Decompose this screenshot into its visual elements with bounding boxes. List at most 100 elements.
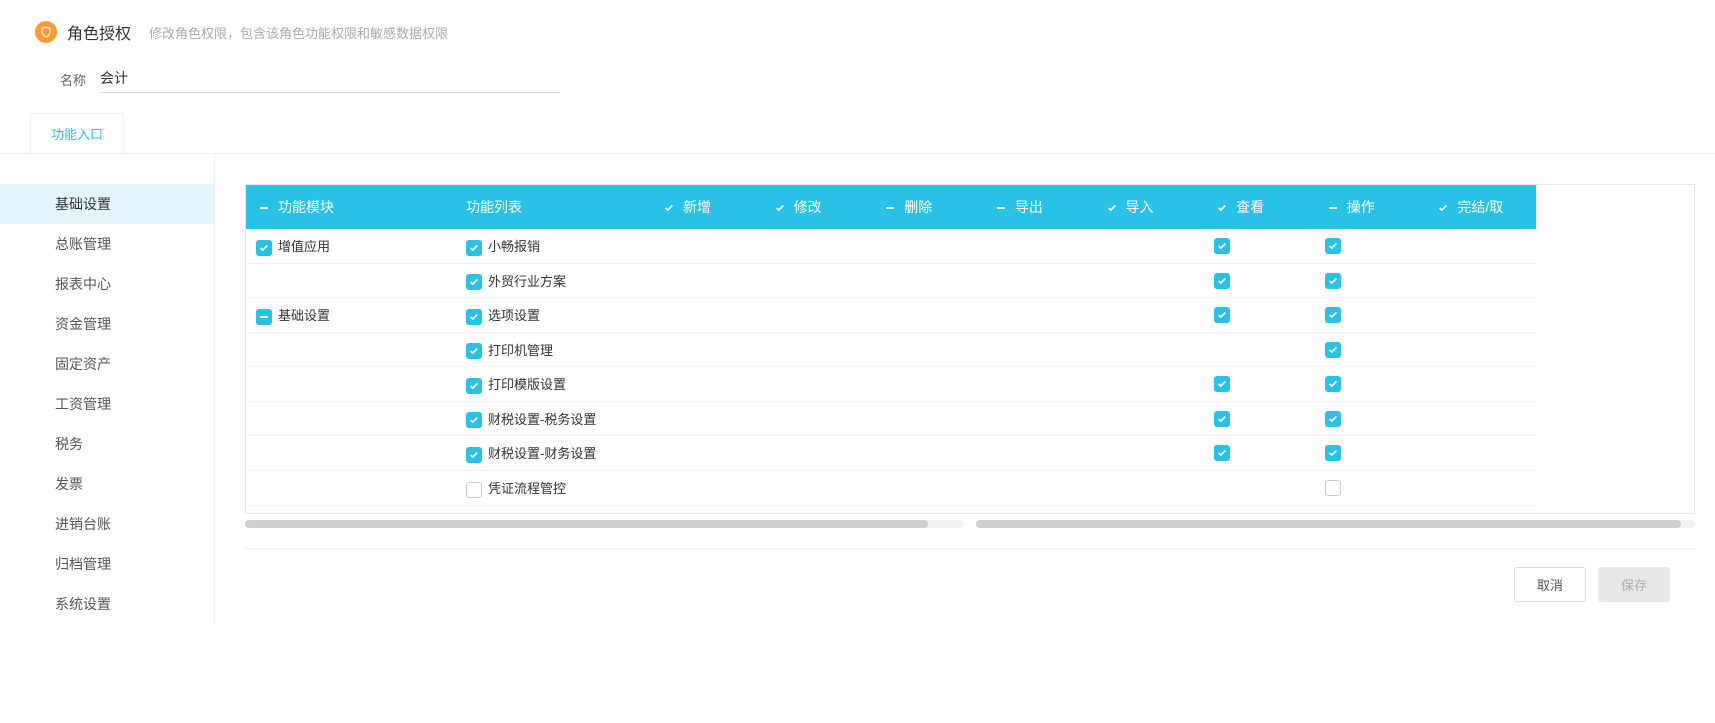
perm-cell	[762, 229, 873, 263]
perm-cell	[762, 505, 873, 514]
perm-cell	[651, 263, 762, 298]
perm-cell	[1425, 263, 1536, 298]
col-label-7: 查看	[1236, 199, 1264, 215]
func-checkbox-2[interactable]	[466, 309, 482, 325]
perm-checkbox-0-5[interactable]	[1214, 238, 1230, 254]
table-row: 凭证流程管控	[246, 470, 1536, 505]
func-label: 选项设置	[488, 308, 540, 323]
col-checkbox-3[interactable]	[772, 200, 788, 216]
col-checkbox-7[interactable]	[1214, 200, 1230, 216]
content: 基础设置总账管理报表中心资金管理固定资产工资管理税务发票进销台账归档管理系统设置…	[0, 154, 1715, 624]
perm-cell	[1315, 298, 1426, 333]
perm-checkbox-5-6[interactable]	[1325, 411, 1341, 427]
col-checkbox-8[interactable]	[1325, 200, 1341, 216]
col-checkbox-4[interactable]	[882, 200, 898, 216]
col-header-4[interactable]: 删除	[872, 185, 983, 229]
perm-cell	[1425, 401, 1536, 436]
col-checkbox-0[interactable]	[256, 200, 272, 216]
table-scroll[interactable]: 功能模块功能列表新增修改删除导出导入查看操作完结/取 增值应用小畅报销外贸行业方…	[245, 184, 1695, 514]
module-cell: 增值应用	[246, 229, 456, 263]
sidebar-item-8[interactable]: 进销台账	[0, 504, 214, 544]
hscroll-left-track[interactable]	[245, 520, 964, 528]
col-header-7[interactable]: 查看	[1204, 185, 1315, 229]
sidebar-item-0[interactable]: 基础设置	[0, 184, 214, 224]
perm-cell	[1315, 436, 1426, 471]
name-input[interactable]	[100, 66, 560, 93]
perm-checkbox-5-5[interactable]	[1214, 411, 1230, 427]
perm-cell	[1315, 229, 1426, 263]
perm-cell	[1425, 298, 1536, 333]
perm-checkbox-4-6[interactable]	[1325, 376, 1341, 392]
perm-cell	[1094, 332, 1205, 367]
func-cell: 外贸行业方案	[456, 263, 651, 298]
perm-cell	[651, 332, 762, 367]
perm-cell	[983, 263, 1094, 298]
perm-checkbox-4-5[interactable]	[1214, 376, 1230, 392]
func-checkbox-1[interactable]	[466, 274, 482, 290]
table-row: 外贸行业方案	[246, 263, 1536, 298]
perm-checkbox-1-5[interactable]	[1214, 273, 1230, 289]
col-checkbox-9[interactable]	[1435, 200, 1451, 216]
perm-checkbox-0-6[interactable]	[1325, 238, 1341, 254]
perm-cell	[651, 436, 762, 471]
perm-checkbox-2-6[interactable]	[1325, 307, 1341, 323]
col-header-5[interactable]: 导出	[983, 185, 1094, 229]
sidebar-item-10[interactable]: 系统设置	[0, 584, 214, 624]
perm-cell	[872, 332, 983, 367]
perm-checkbox-6-6[interactable]	[1325, 445, 1341, 461]
func-checkbox-4[interactable]	[466, 378, 482, 394]
col-label-3: 修改	[794, 199, 822, 215]
sidebar-item-1[interactable]: 总账管理	[0, 224, 214, 264]
module-label: 增值应用	[278, 239, 330, 254]
col-header-3[interactable]: 修改	[762, 185, 873, 229]
sidebar-item-6[interactable]: 税务	[0, 424, 214, 464]
hscroll-right-track[interactable]	[976, 520, 1695, 528]
func-checkbox-6[interactable]	[466, 447, 482, 463]
perm-checkbox-6-5[interactable]	[1214, 445, 1230, 461]
perm-checkbox-7-6[interactable]	[1325, 480, 1341, 496]
perm-checkbox-2-5[interactable]	[1214, 307, 1230, 323]
col-header-0[interactable]: 功能模块	[246, 185, 456, 229]
hscroll-right-thumb[interactable]	[976, 520, 1681, 528]
func-cell: 凭证类型设置	[456, 505, 651, 514]
sidebar-item-4[interactable]: 固定资产	[0, 344, 214, 384]
sidebar-item-2[interactable]: 报表中心	[0, 264, 214, 304]
col-checkbox-6[interactable]	[1104, 200, 1120, 216]
sidebar-item-3[interactable]: 资金管理	[0, 304, 214, 344]
tab-function-entry[interactable]: 功能入口	[30, 113, 124, 153]
sidebar-item-5[interactable]: 工资管理	[0, 384, 214, 424]
perm-cell	[1204, 367, 1315, 402]
module-cell	[246, 401, 456, 436]
func-cell: 打印模版设置	[456, 367, 651, 402]
perm-cell	[1204, 298, 1315, 333]
perm-cell	[762, 263, 873, 298]
perm-cell	[651, 298, 762, 333]
hscroll-left-thumb[interactable]	[245, 520, 928, 528]
perm-cell	[1204, 332, 1315, 367]
col-checkbox-5[interactable]	[993, 200, 1009, 216]
func-checkbox-0[interactable]	[466, 240, 482, 256]
table-row: 财税设置-财务设置	[246, 436, 1536, 471]
func-checkbox-3[interactable]	[466, 343, 482, 359]
func-checkbox-7[interactable]	[466, 482, 482, 498]
sidebar-item-7[interactable]: 发票	[0, 464, 214, 504]
perm-cell	[872, 263, 983, 298]
save-button[interactable]: 保存	[1598, 567, 1670, 602]
cancel-button[interactable]: 取消	[1514, 567, 1586, 602]
col-checkbox-2[interactable]	[661, 200, 677, 216]
perm-cell	[872, 401, 983, 436]
col-header-6[interactable]: 导入	[1094, 185, 1205, 229]
perm-cell	[1425, 470, 1536, 505]
perm-cell	[872, 436, 983, 471]
col-header-8[interactable]: 操作	[1315, 185, 1426, 229]
module-checkbox-0[interactable]	[256, 240, 272, 256]
col-header-2[interactable]: 新增	[651, 185, 762, 229]
perm-cell	[1315, 367, 1426, 402]
func-checkbox-5[interactable]	[466, 412, 482, 428]
sidebar-item-9[interactable]: 归档管理	[0, 544, 214, 584]
perm-checkbox-3-6[interactable]	[1325, 342, 1341, 358]
col-header-9[interactable]: 完结/取	[1425, 185, 1536, 229]
col-header-1[interactable]: 功能列表	[456, 185, 651, 229]
perm-checkbox-1-6[interactable]	[1325, 273, 1341, 289]
module-checkbox-2[interactable]	[256, 309, 272, 325]
